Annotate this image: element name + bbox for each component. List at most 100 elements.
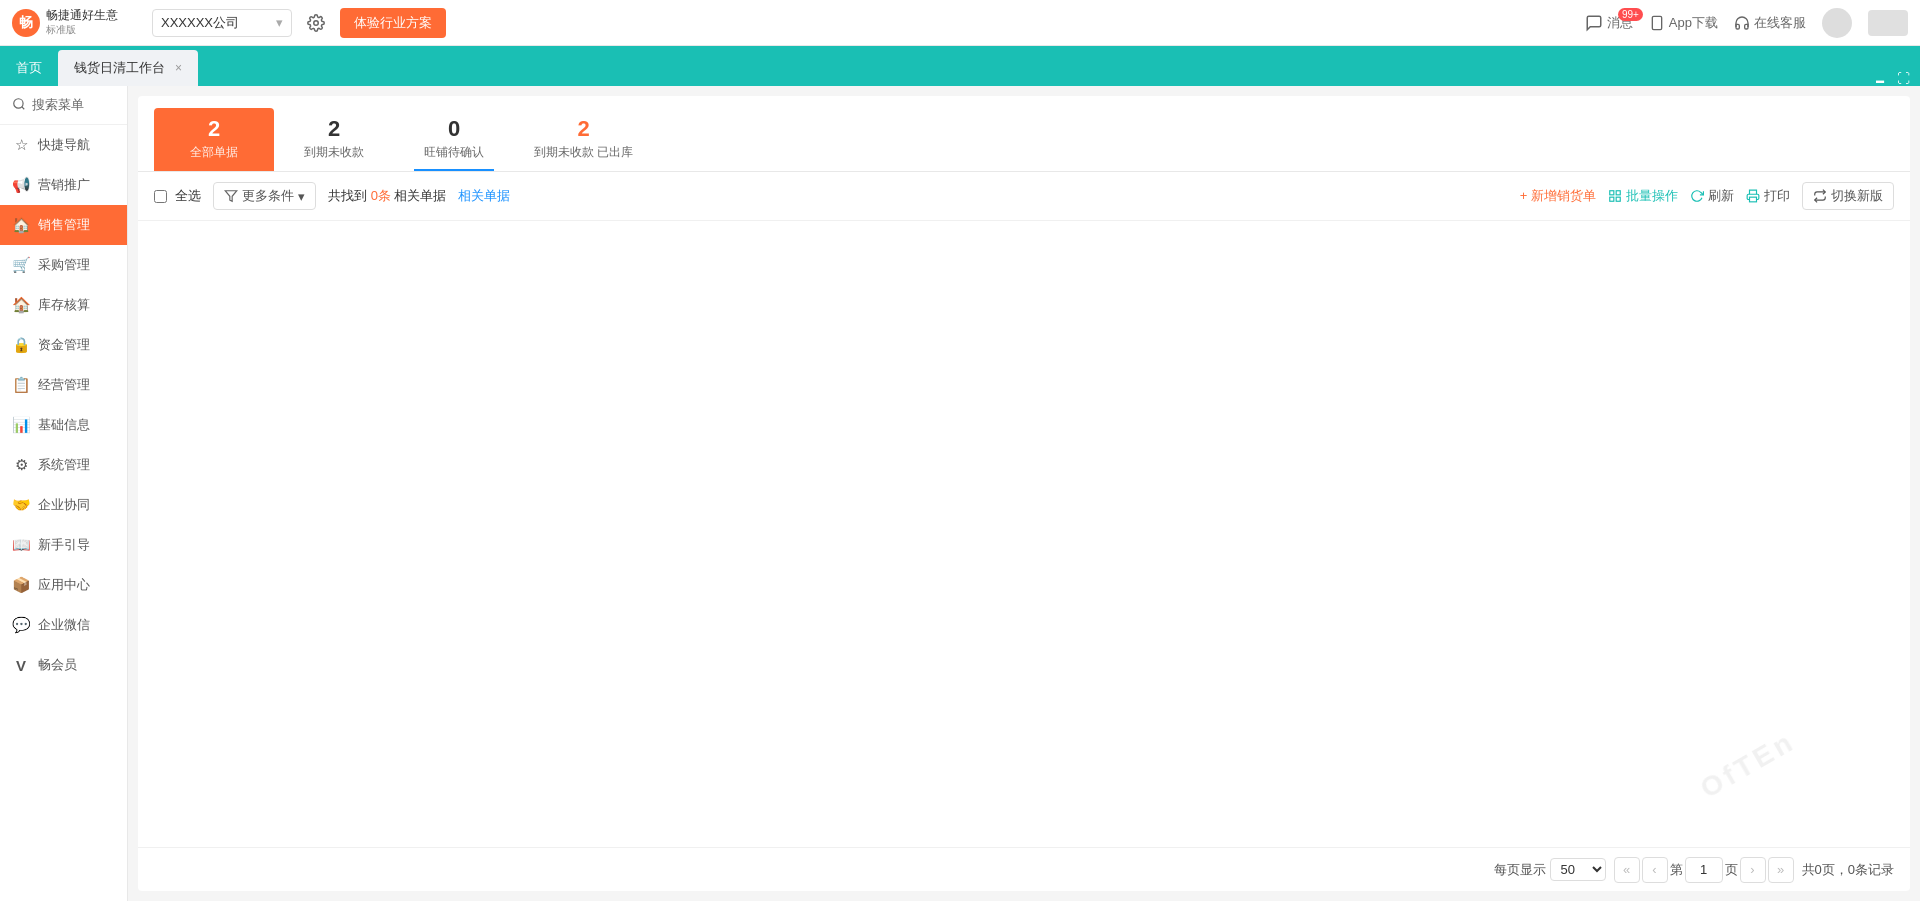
pagination-bar: 每页显示 50 100 200 « ‹ 第 页 › » 共0页，0条记录 xyxy=(138,847,1910,891)
search-menu-button[interactable]: 搜索菜单 xyxy=(0,86,127,125)
header-right: 消息 99+ App下载 在线客服 xyxy=(1585,8,1908,38)
settings-button[interactable] xyxy=(300,7,332,39)
sidebar-item-app-center[interactable]: 📦 应用中心 xyxy=(0,565,127,605)
page-suffix: 页 xyxy=(1725,861,1738,879)
tab-expand-icon[interactable]: ⛶ xyxy=(1897,71,1910,86)
cooperation-icon: 🤝 xyxy=(12,496,30,514)
logo-area: 畅 畅捷通好生意 标准版 xyxy=(12,8,140,38)
per-page-select[interactable]: 50 100 200 xyxy=(1550,858,1606,881)
finance-icon: 🔒 xyxy=(12,336,30,354)
summary-card-not-shipped[interactable]: 2 到期未收款 已出库 xyxy=(514,108,653,171)
refresh-button[interactable]: 刷新 xyxy=(1690,187,1734,205)
sidebar-item-label-wechat: 企业微信 xyxy=(38,616,90,634)
last-page-button[interactable]: » xyxy=(1768,857,1794,883)
table-area xyxy=(138,221,1910,847)
online-service-button[interactable]: 在线客服 xyxy=(1734,14,1806,32)
print-button[interactable]: 打印 xyxy=(1746,187,1790,205)
filter-label: 更多条件 xyxy=(242,187,294,205)
svg-point-3 xyxy=(14,98,23,107)
sidebar-item-member[interactable]: V 畅会员 xyxy=(0,645,127,685)
sidebar-item-label-marketing: 营销推广 xyxy=(38,176,90,194)
message-button[interactable]: 消息 99+ xyxy=(1585,14,1633,32)
all-label: 全部单据 xyxy=(174,144,254,161)
add-order-button[interactable]: + 新增销货单 xyxy=(1520,187,1596,205)
company-selector[interactable]: XXXXXX公司 ▾ xyxy=(152,9,292,37)
svg-rect-1 xyxy=(1652,16,1661,29)
sidebar-item-system[interactable]: ⚙ 系统管理 xyxy=(0,445,127,485)
basic-info-icon: 📊 xyxy=(12,416,30,434)
page-input[interactable] xyxy=(1685,857,1723,883)
summary-card-overdue[interactable]: 2 到期未收款 xyxy=(274,108,394,171)
avatar[interactable] xyxy=(1822,8,1852,38)
tab-close-icon[interactable]: × xyxy=(175,61,182,75)
sidebar-item-operations[interactable]: 📋 经营管理 xyxy=(0,365,127,405)
tab-home[interactable]: 首页 xyxy=(0,50,58,86)
sidebar-item-label-guide: 新手引导 xyxy=(38,536,90,554)
wechat-icon: 💬 xyxy=(12,616,30,634)
select-all-checkbox[interactable]: 全选 xyxy=(154,187,201,205)
svg-rect-8 xyxy=(1610,198,1614,202)
sidebar-item-label-sales: 销售管理 xyxy=(38,216,90,234)
user-info[interactable] xyxy=(1868,10,1908,36)
svg-rect-9 xyxy=(1616,198,1620,202)
sidebar-item-sales[interactable]: 🏠 销售管理 xyxy=(0,205,127,245)
tab-work[interactable]: 钱货日清工作台 × xyxy=(58,50,198,86)
sidebar-item-wechat[interactable]: 💬 企业微信 xyxy=(0,605,127,645)
sidebar-item-label-app-center: 应用中心 xyxy=(38,576,90,594)
select-all-input[interactable] xyxy=(154,190,167,203)
sidebar-item-quick-nav[interactable]: ☆ 快捷导航 xyxy=(0,125,127,165)
sales-icon: 🏠 xyxy=(12,216,30,234)
sidebar-item-marketing[interactable]: 📢 营销推广 xyxy=(0,165,127,205)
logo-icon: 畅 xyxy=(12,9,40,37)
search-icon xyxy=(12,97,26,114)
sidebar-item-finance[interactable]: 🔒 资金管理 xyxy=(0,325,127,365)
sidebar-item-label-cooperation: 企业协同 xyxy=(38,496,90,514)
select-all-label: 全选 xyxy=(175,187,201,205)
all-count: 2 xyxy=(174,116,254,142)
search-menu-label: 搜索菜单 xyxy=(32,96,84,114)
page-label: 第 xyxy=(1670,861,1683,879)
inventory-icon: 🏠 xyxy=(12,296,30,314)
found-text: 共找到 0条 相关单据 xyxy=(328,187,446,205)
app-download-button[interactable]: App下载 xyxy=(1649,14,1718,32)
tab-bar-actions: 🗕 ⛶ xyxy=(1864,71,1920,86)
sidebar-item-label-finance: 资金管理 xyxy=(38,336,90,354)
app-center-icon: 📦 xyxy=(12,576,30,594)
company-name: XXXXXX公司 xyxy=(161,14,270,32)
filter-button[interactable]: 更多条件 ▾ xyxy=(213,182,316,210)
sidebar-item-guide[interactable]: 📖 新手引导 xyxy=(0,525,127,565)
logo-text: 畅捷通好生意 xyxy=(46,8,118,24)
page-nav: « ‹ 第 页 › » xyxy=(1614,857,1794,883)
sidebar-item-purchase[interactable]: 🛒 采购管理 xyxy=(0,245,127,285)
svg-marker-5 xyxy=(225,191,237,202)
sidebar-item-inventory[interactable]: 🏠 库存核算 xyxy=(0,285,127,325)
online-service-label: 在线客服 xyxy=(1754,14,1806,32)
overdue-label: 到期未收款 xyxy=(294,144,374,161)
batch-operation-button[interactable]: 批量操作 xyxy=(1608,187,1678,205)
prev-page-button[interactable]: ‹ xyxy=(1642,857,1668,883)
next-page-button[interactable]: › xyxy=(1740,857,1766,883)
system-icon: ⚙ xyxy=(12,456,30,474)
sidebar-item-label-inventory: 库存核算 xyxy=(38,296,90,314)
switch-version-button[interactable]: 切换新版 xyxy=(1802,182,1894,210)
svg-rect-6 xyxy=(1610,191,1614,195)
summary-card-pending[interactable]: 0 旺铺待确认 xyxy=(394,108,514,171)
top-header: 畅 畅捷通好生意 标准版 XXXXXX公司 ▾ 体验行业方案 消息 99+ xyxy=(0,0,1920,46)
guide-icon: 📖 xyxy=(12,536,30,554)
tab-minimize-icon[interactable]: 🗕 xyxy=(1874,71,1887,86)
page-total: 共0页，0条记录 xyxy=(1802,861,1894,879)
sidebar-item-label-system: 系统管理 xyxy=(38,456,90,474)
sidebar-item-cooperation[interactable]: 🤝 企业协同 xyxy=(0,485,127,525)
first-page-button[interactable]: « xyxy=(1614,857,1640,883)
svg-line-4 xyxy=(22,106,25,109)
message-badge: 99+ xyxy=(1618,8,1643,21)
summary-card-all[interactable]: 2 全部单据 xyxy=(154,108,274,171)
svg-rect-10 xyxy=(1750,198,1757,203)
sidebar-item-basic-info[interactable]: 📊 基础信息 xyxy=(0,405,127,445)
experience-button[interactable]: 体验行业方案 xyxy=(340,8,446,38)
related-link[interactable]: 相关单据 xyxy=(458,187,510,205)
tab-home-label: 首页 xyxy=(16,59,42,77)
tab-work-label: 钱货日清工作台 xyxy=(74,59,165,77)
svg-point-0 xyxy=(314,20,319,25)
pending-count: 0 xyxy=(414,116,494,142)
